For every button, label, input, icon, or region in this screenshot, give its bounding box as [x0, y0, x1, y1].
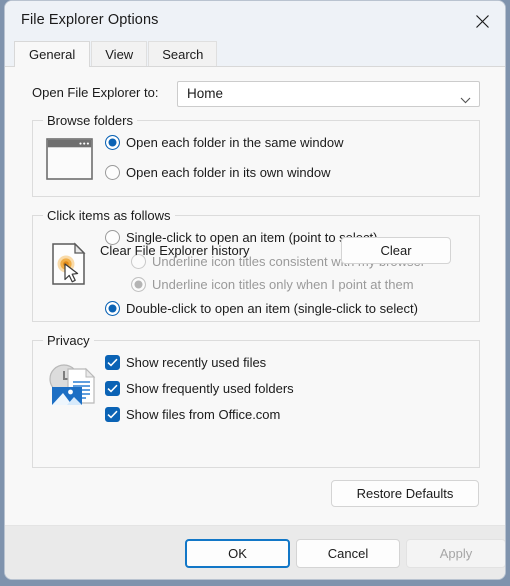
- open-to-dropdown[interactable]: Home: [177, 81, 480, 107]
- document-cursor-icon: [51, 242, 91, 291]
- radio-underline-hover: Underline icon titles only when I point …: [131, 277, 414, 292]
- file-explorer-options-dialog: File Explorer Options General View Searc…: [4, 0, 506, 580]
- checkbox-indicator: [105, 381, 120, 396]
- browse-folders-title: Browse folders: [43, 113, 137, 128]
- apply-button: Apply: [406, 539, 505, 568]
- radio-double-click-label: Double-click to open an item (single-cli…: [126, 301, 418, 316]
- privacy-group: Privacy Show recently used files Show fr…: [32, 333, 480, 468]
- tab-general-label: General: [29, 47, 76, 62]
- recent-files-icon: [46, 363, 98, 414]
- tab-general[interactable]: General: [14, 41, 91, 67]
- radio-indicator: [131, 277, 146, 292]
- window-title: File Explorer Options: [21, 12, 159, 28]
- radio-same-window-label: Open each folder in the same window: [126, 135, 344, 150]
- tab-search-label: Search: [162, 46, 204, 62]
- tab-view-label: View: [105, 46, 134, 62]
- open-to-row: Open File Explorer to: Home: [5, 81, 505, 107]
- click-items-title: Click items as follows: [43, 208, 175, 223]
- dialog-footer: OK Cancel Apply: [5, 525, 505, 579]
- browse-folders-group: Browse folders Open each folder in the s…: [32, 113, 480, 197]
- tab-strip: General View Search: [5, 41, 505, 67]
- radio-indicator: [105, 135, 120, 150]
- radio-underline-hover-label: Underline icon titles only when I point …: [152, 277, 414, 292]
- checkbox-frequent-folders-label: Show frequently used folders: [126, 381, 294, 396]
- checkbox-recent-files[interactable]: Show recently used files: [105, 355, 266, 370]
- check-icon: [107, 410, 118, 419]
- radio-double-click[interactable]: Double-click to open an item (single-cli…: [105, 301, 418, 316]
- checkbox-indicator: [105, 407, 120, 422]
- checkbox-office-files-label: Show files from Office.com: [126, 407, 281, 422]
- clear-history-label: Clear File Explorer history: [100, 243, 250, 258]
- title-bar: File Explorer Options: [5, 1, 505, 41]
- restore-defaults-button[interactable]: Restore Defaults: [331, 480, 479, 507]
- chevron-down-icon: [460, 91, 471, 109]
- general-tab-panel: Open File Explorer to: Home Browse folde…: [5, 66, 505, 525]
- radio-indicator: [105, 301, 120, 316]
- checkbox-frequent-folders[interactable]: Show frequently used folders: [105, 381, 294, 396]
- tab-search[interactable]: Search: [148, 41, 218, 66]
- radio-same-window[interactable]: Open each folder in the same window: [105, 135, 344, 150]
- close-icon: [475, 14, 489, 28]
- checkbox-indicator: [105, 355, 120, 370]
- radio-indicator: [105, 165, 120, 180]
- radio-own-window[interactable]: Open each folder in its own window: [105, 165, 331, 180]
- ok-button[interactable]: OK: [185, 539, 290, 568]
- close-button[interactable]: [459, 1, 505, 41]
- cancel-button[interactable]: Cancel: [296, 539, 400, 568]
- tab-view[interactable]: View: [91, 41, 148, 66]
- window-folder-icon: [46, 138, 93, 185]
- check-icon: [107, 358, 118, 367]
- checkbox-recent-files-label: Show recently used files: [126, 355, 267, 370]
- clear-button[interactable]: Clear: [341, 237, 451, 264]
- radio-own-window-label: Open each folder in its own window: [126, 165, 331, 180]
- checkbox-office-files[interactable]: Show files from Office.com: [105, 407, 280, 422]
- check-icon: [107, 384, 118, 393]
- open-to-value: Home: [187, 86, 224, 101]
- privacy-title: Privacy: [43, 333, 94, 348]
- open-to-label: Open File Explorer to:: [32, 85, 159, 100]
- click-items-group: Click items as follows Single-click to o…: [32, 208, 480, 322]
